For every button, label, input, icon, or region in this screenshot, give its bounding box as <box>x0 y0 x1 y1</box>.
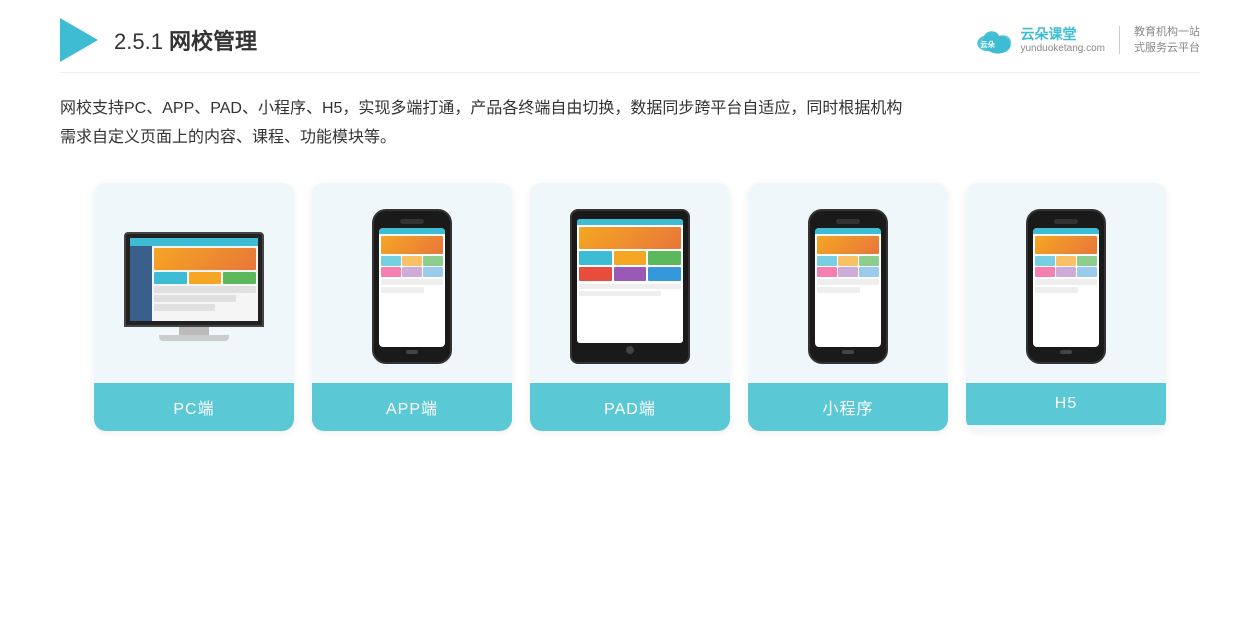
slogan-line2: 式服务云平台 <box>1134 40 1200 57</box>
h5-phone-mockup <box>1026 209 1106 364</box>
logo-name: 云朵课堂 <box>1020 26 1076 43</box>
logo-slogan: 教育机构一站 式服务云平台 <box>1134 24 1200 57</box>
header-right: 云朵 云朵课堂 yunduoketang.com 教育机构一站 式服务云平台 <box>974 24 1200 57</box>
logo-url: yunduoketang.com <box>1020 43 1105 54</box>
header-left: 2.5.1 网校管理 <box>60 18 257 62</box>
description: 网校支持PC、APP、PAD、小程序、H5，实现多端打通，产品各终端自由切换，数… <box>60 95 1200 153</box>
brand-logo: 云朵 云朵课堂 yunduoketang.com <box>974 25 1105 55</box>
card-pc-image <box>94 183 294 383</box>
phone-home-button <box>406 350 418 354</box>
slogan-line1: 教育机构一站 <box>1134 24 1200 41</box>
card-pc: PC端 <box>94 183 294 431</box>
card-miniapp: 小程序 <box>748 183 948 431</box>
header: 2.5.1 网校管理 云朵 云朵课堂 yunduoketang.com 教 <box>60 0 1200 73</box>
card-pad-label: PAD端 <box>530 383 730 431</box>
miniapp-phone-screen <box>815 228 881 347</box>
svg-text:云朵: 云朵 <box>981 40 996 49</box>
cloud-icon: 云朵 <box>974 25 1014 55</box>
pad-screen <box>577 219 683 343</box>
card-app-image <box>312 183 512 383</box>
card-miniapp-image <box>748 183 948 383</box>
miniapp-phone-mockup <box>808 209 888 364</box>
card-h5-image <box>966 183 1166 383</box>
h5-phone-screen <box>1033 228 1099 347</box>
pad-mockup <box>570 209 690 364</box>
page: 2.5.1 网校管理 云朵 云朵课堂 yunduoketang.com 教 <box>0 0 1260 630</box>
logo-triangle-icon <box>60 18 98 62</box>
phone-notch <box>400 219 424 224</box>
card-pc-label: PC端 <box>94 383 294 431</box>
h5-phone-notch <box>1054 219 1078 224</box>
title-bold: 网校管理 <box>169 29 257 54</box>
miniapp-home-button <box>842 350 854 354</box>
description-line1: 网校支持PC、APP、PAD、小程序、H5，实现多端打通，产品各终端自由切换，数… <box>60 95 1200 124</box>
pad-home-button <box>626 346 634 354</box>
card-h5-label: H5 <box>966 383 1166 425</box>
miniapp-phone-notch <box>836 219 860 224</box>
logo-text: 云朵课堂 yunduoketang.com <box>1020 26 1105 54</box>
pc-mockup <box>124 232 264 341</box>
card-h5: H5 <box>966 183 1166 431</box>
title-prefix: 2.5.1 <box>114 29 169 54</box>
card-app-label: APP端 <box>312 383 512 431</box>
card-pad-image <box>530 183 730 383</box>
pc-screen <box>124 232 264 327</box>
card-pad: PAD端 <box>530 183 730 431</box>
phone-screen <box>379 228 445 347</box>
card-miniapp-label: 小程序 <box>748 383 948 431</box>
header-divider <box>1119 26 1120 54</box>
page-title: 2.5.1 网校管理 <box>114 24 257 56</box>
platform-cards: PC端 <box>60 183 1200 431</box>
app-phone-mockup <box>372 209 452 364</box>
description-line2: 需求自定义页面上的内容、课程、功能模块等。 <box>60 124 1200 153</box>
h5-home-button <box>1060 350 1072 354</box>
card-app: APP端 <box>312 183 512 431</box>
